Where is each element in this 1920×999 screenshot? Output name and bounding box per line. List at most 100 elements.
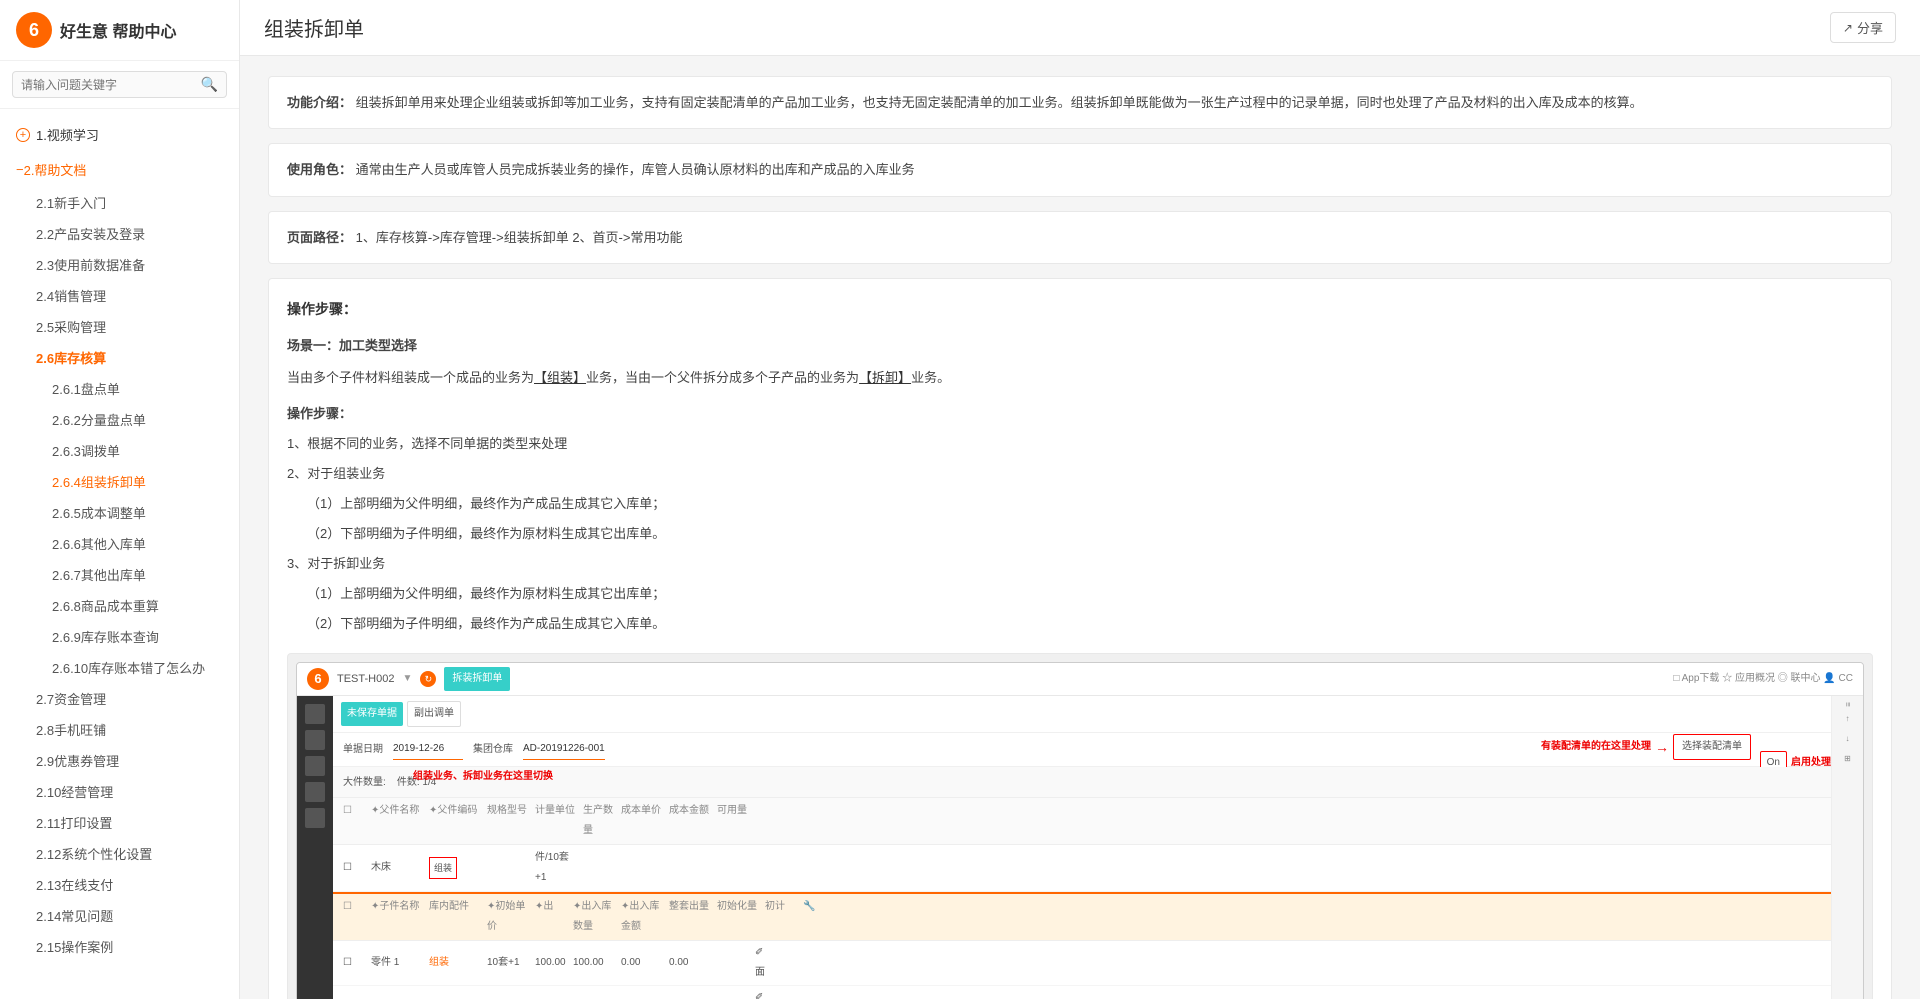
- sidebar-item-dataprep[interactable]: 2.3使用前数据准备: [36, 249, 239, 280]
- step3-2: （2）下部明细为子件明细，最终作为产成品生成其它入库单。: [287, 611, 1873, 637]
- sidebar-item-mobile[interactable]: 2.8手机旺铺: [36, 714, 239, 745]
- menu-icon-3: [305, 756, 325, 776]
- ops-steps-title: 操作步骤：: [287, 401, 1873, 427]
- lower-row1: ☐ 零件 1 组装 10套+1 100.00 100.00 0.00 0.00 …: [333, 941, 1831, 986]
- sidebar-item-label: 2.帮助文档: [24, 160, 87, 179]
- upper-table-row1: ☐ 木床 组装 件/10套+1: [333, 845, 1831, 892]
- col2-qty: ✦出: [535, 897, 565, 937]
- app-topbar: 6 TEST-H002 ▼ ↻ 拆装拆卸单 □ App下载 ☆ 应用概况 ◎ 联…: [297, 663, 1863, 696]
- sidebar-item-newuser[interactable]: 2.1新手入门: [36, 187, 239, 218]
- col2-costtotal: 整套出量: [669, 897, 709, 937]
- docs-subnav: 2.1新手入门 2.2产品安装及登录 2.3使用前数据准备 2.4销售管理 2.…: [0, 187, 239, 962]
- col2-code: 库内配件: [429, 897, 479, 937]
- annotation1-text: 有装配清单的在这里处理: [1541, 737, 1651, 757]
- col-code: ✦父件编码: [429, 801, 479, 841]
- col-unit: 计量单位: [535, 801, 575, 841]
- col-spec: 规格型号: [487, 801, 527, 841]
- refresh-icon: ↻: [420, 671, 436, 687]
- share-button[interactable]: ↗ 分享: [1830, 12, 1896, 43]
- sidebar-item-stockcheck[interactable]: 2.6.1盘点单: [52, 373, 239, 404]
- step3: 3、对于拆卸业务: [287, 551, 1873, 577]
- nav-list: + 1.视频学习 − 2.帮助文档 2.1新手入门 2.2产品安装及登录 2.3…: [0, 109, 239, 999]
- col-total: 成本金额: [669, 801, 709, 841]
- menu-icon-1: [305, 704, 325, 724]
- col-cost: 成本单价: [621, 801, 661, 841]
- sidebar-item-costrecalc[interactable]: 2.6.8商品成本重算: [52, 590, 239, 621]
- logo-icon: 6: [16, 12, 52, 48]
- top-bar: 组装拆卸单 ↗ 分享: [240, 0, 1920, 56]
- sidebar-item-payment[interactable]: 2.13在线支付: [36, 869, 239, 900]
- ops-title: 操作步骤：: [287, 295, 1873, 323]
- field-date-label: 单据日期: [343, 740, 383, 760]
- role-text: 通常由生产人员或库管人员完成拆装业务的操作，库管人员确认原材料的出库和产成品的入…: [356, 162, 915, 177]
- step3-1: （1）上部明细为父件明细，最终作为原材料生成其它出库单；: [287, 581, 1873, 607]
- type-switch-row: 大件数量: 件数: 1/4 组装业务、拆卸业务在这里切换: [333, 767, 1831, 798]
- sidebar-item-print[interactable]: 2.11打印设置: [36, 807, 239, 838]
- sidebar-item-cases[interactable]: 2.15操作案例: [36, 931, 239, 962]
- sidebar-item-transfer[interactable]: 2.6.3调拨单: [52, 435, 239, 466]
- sidebar-item-purchase[interactable]: 2.5采购管理: [36, 311, 239, 342]
- annotation-area-1: 有装配清单的在这里处理 → 选择装配清单: [1541, 733, 1751, 761]
- lower-row2: ☐ 零件 2 10套+1 200.00 200.00 0.00 0.00 ✐ 面: [333, 986, 1831, 999]
- intro-text: 组装拆卸单用来处理企业组装或拆卸等加工业务，支持有固定装配清单的产品加工业务，也…: [356, 95, 1643, 110]
- collapse-icon: −: [16, 162, 24, 177]
- sidebar-item-personalize[interactable]: 2.12系统个性化设置: [36, 838, 239, 869]
- sidebar-item-coupon[interactable]: 2.9优惠券管理: [36, 745, 239, 776]
- col-name: ✦父件名称: [371, 801, 421, 841]
- role-block: 使用角色： 通常由生产人员或库管人员完成拆装业务的操作，库管人员确认原材料的出库…: [268, 143, 1892, 196]
- intro-block: 功能介绍： 组装拆卸单用来处理企业组装或拆卸等加工业务，支持有固定装配清单的产品…: [268, 76, 1892, 129]
- sidebar-item-finance[interactable]: 2.7资金管理: [36, 683, 239, 714]
- app-company: TEST-H002: [337, 668, 394, 690]
- menu-icon-2: [305, 730, 325, 750]
- sidebar-item-outbound[interactable]: 2.6.7其他出库单: [52, 559, 239, 590]
- search-icon: 🔍: [201, 76, 218, 93]
- sidebar-item-ledgererror[interactable]: 2.6.10库存账本错了怎么办: [52, 652, 239, 683]
- app-logo: 6: [307, 668, 329, 690]
- app-body: 未保存单据 副出调单 单据日期 2019-12-26 集团仓库 AD-20191…: [297, 696, 1863, 999]
- annotation2-text: 组装业务、拆卸业务在这里切换: [413, 771, 553, 782]
- sidebar-item-sales[interactable]: 2.4销售管理: [36, 280, 239, 311]
- field-date-val: 2019-12-26: [393, 739, 463, 760]
- field-storage-label: 集团仓库: [473, 740, 513, 760]
- sidebar-item-inventory[interactable]: 2.6库存核算: [36, 342, 239, 373]
- col2-ops: 初计: [765, 897, 795, 937]
- row-checkbox: ☐: [343, 858, 363, 878]
- row-code: 组装: [429, 857, 479, 879]
- sidebar-item-inbound[interactable]: 2.6.6其他入库单: [52, 528, 239, 559]
- inventory-subnav: 2.6.1盘点单 2.6.2分量盘点单 2.6.3调拨单 2.6.4组装拆卸单 …: [36, 373, 239, 683]
- col2-name: ✦子件名称: [371, 897, 421, 937]
- search-input[interactable]: [21, 78, 201, 92]
- sidebar-item-docs[interactable]: − 2.帮助文档: [0, 152, 239, 187]
- menu-icon-5: [305, 808, 325, 828]
- search-area: 🔍: [0, 61, 239, 109]
- sidebar-item-ops[interactable]: 2.10经营管理: [36, 776, 239, 807]
- lower-table-header: ☐ ✦子件名称 库内配件 ✦初始单价 ✦出 ✦出入库数量 ✦出入库金额 整套出量…: [333, 892, 1831, 941]
- sidebar-item-assembly[interactable]: 2.6.4组装拆卸单: [52, 466, 239, 497]
- right-icon2: ↑: [1846, 711, 1850, 727]
- sidebar-item-install[interactable]: 2.2产品安装及登录: [36, 218, 239, 249]
- tab-inactive: 副出调单: [407, 701, 461, 727]
- chaijian-link: 【拆卸】: [859, 370, 911, 385]
- sidebar-item-video[interactable]: + 1.视频学习: [0, 117, 239, 152]
- app-form-area: 未保存单据 副出调单 单据日期 2019-12-26 集团仓库 AD-20191…: [333, 696, 1831, 999]
- sidebar: 6 好生意 帮助中心 🔍 + 1.视频学习 − 2.帮助文档 2.1新手入门 2…: [0, 0, 240, 999]
- row-unit: 件/10套+1: [535, 848, 575, 888]
- search-box[interactable]: 🔍: [12, 71, 227, 98]
- sidebar-item-partcheck[interactable]: 2.6.2分量盘点单: [52, 404, 239, 435]
- sidebar-item-ledger[interactable]: 2.6.9库存账本查询: [52, 621, 239, 652]
- arrow-right: →: [1655, 733, 1669, 761]
- app-name: 好生意 帮助中心: [60, 18, 176, 42]
- scene1-title: 场景一：加工类型选择: [287, 333, 1873, 359]
- col2-unit: ✦出入库数量: [573, 897, 613, 937]
- step1: 1、根据不同的业务，选择不同单据的类型来处理: [287, 431, 1873, 457]
- field-storage-val: AD-20191226-001: [523, 739, 605, 760]
- right-icon4: ⊞: [1844, 751, 1851, 767]
- select-config-btn: 选择装配清单: [1673, 734, 1751, 760]
- path-label: 页面路径：: [287, 230, 352, 245]
- form-fields-row: 单据日期 2019-12-26 集团仓库 AD-20191226-001 有装配…: [333, 733, 1831, 767]
- col2-avail2: 初始化量: [717, 897, 757, 937]
- sidebar-item-costadjust[interactable]: 2.6.5成本调整单: [52, 497, 239, 528]
- role-label: 使用角色：: [287, 162, 352, 177]
- right-panel: ≡ ↑ ↓ ⊞: [1831, 696, 1863, 999]
- sidebar-item-faq[interactable]: 2.14常见问题: [36, 900, 239, 931]
